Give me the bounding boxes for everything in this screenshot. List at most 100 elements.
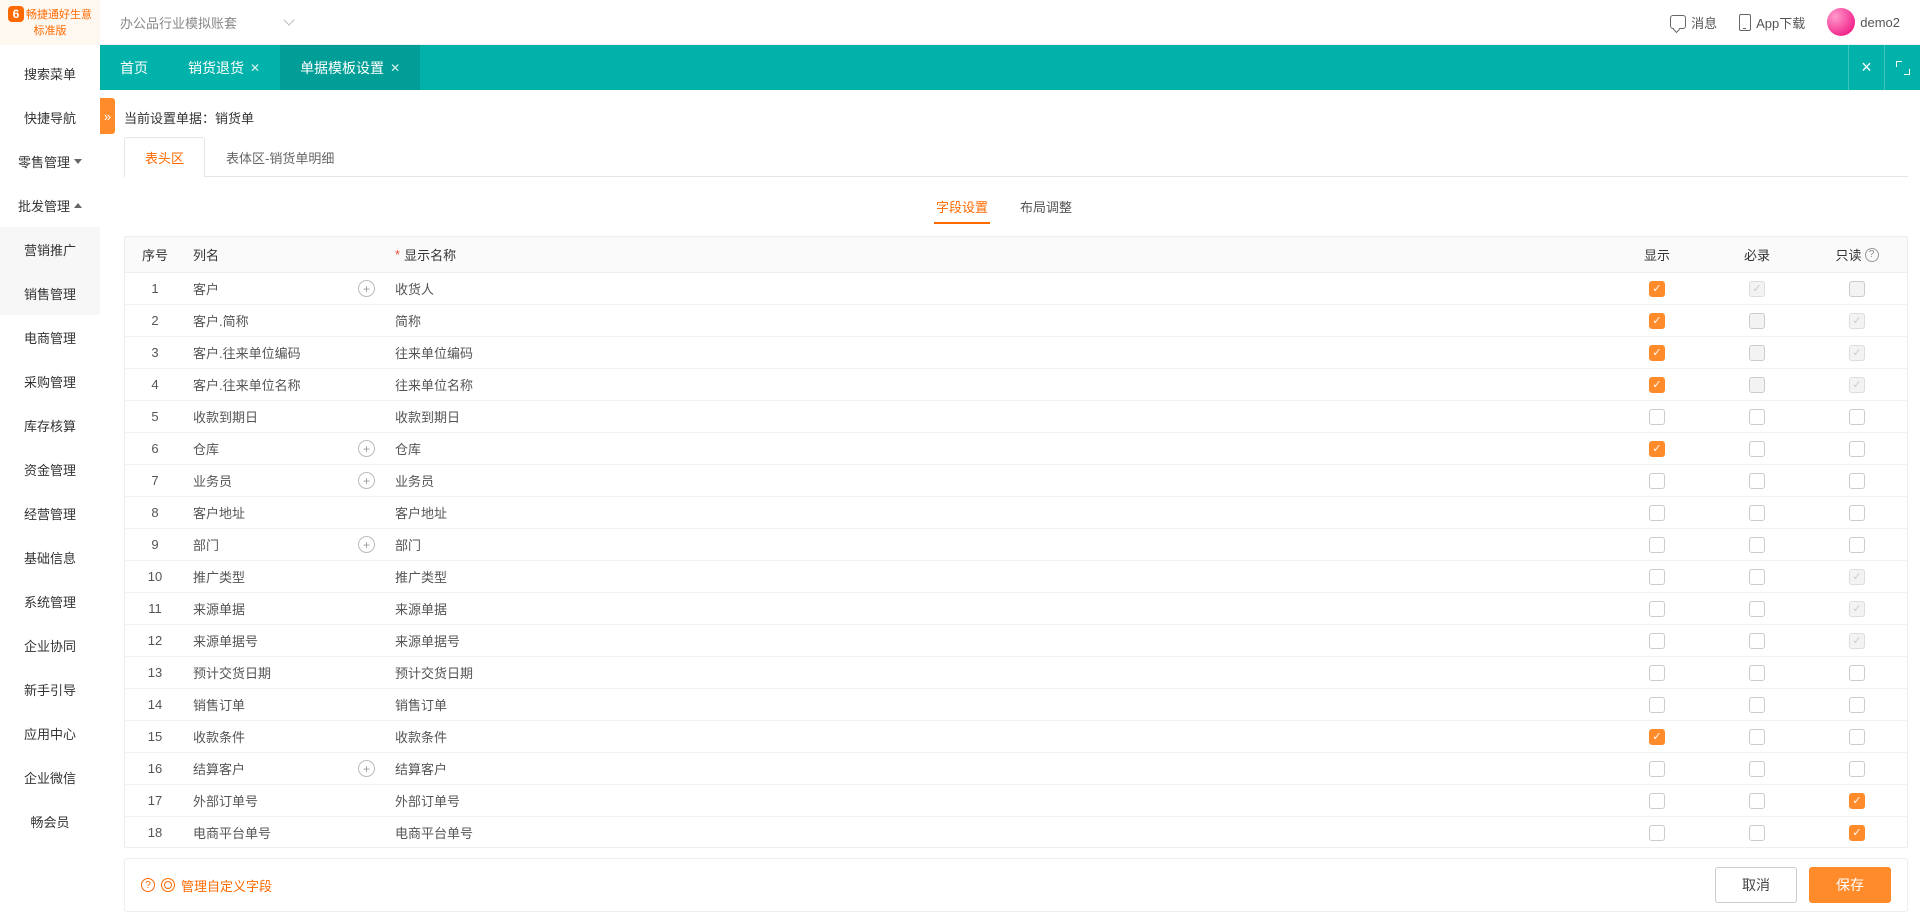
checkbox[interactable] <box>1749 825 1765 841</box>
display-name-cell[interactable]: 仓库 <box>385 439 1607 458</box>
checkbox[interactable] <box>1849 441 1865 457</box>
inner-tab[interactable]: 表头区 <box>124 137 205 177</box>
checkbox[interactable] <box>1649 761 1665 777</box>
checkbox[interactable]: ✓ <box>1649 441 1665 457</box>
checkbox[interactable] <box>1849 473 1865 489</box>
checkbox[interactable]: ✓ <box>1649 313 1665 329</box>
checkbox[interactable]: ✓ <box>1649 281 1665 297</box>
tab[interactable]: 单据模板设置✕ <box>280 45 420 90</box>
checkbox[interactable] <box>1649 409 1665 425</box>
expand-button[interactable]: + <box>358 472 375 489</box>
sidebar-item[interactable]: 资金管理 <box>0 447 100 491</box>
sub-tab[interactable]: 字段设置 <box>934 191 990 224</box>
display-name-cell[interactable]: 来源单据 <box>385 599 1607 618</box>
help-icon[interactable]: ? <box>1865 248 1879 262</box>
sidebar-item[interactable]: 应用中心 <box>0 711 100 755</box>
checkbox[interactable] <box>1649 633 1665 649</box>
checkbox[interactable] <box>1749 473 1765 489</box>
checkbox[interactable] <box>1749 633 1765 649</box>
checkbox[interactable]: ✓ <box>1849 825 1865 841</box>
sidebar-item[interactable]: 基础信息 <box>0 535 100 579</box>
checkbox[interactable] <box>1749 409 1765 425</box>
sidebar-item[interactable]: 电商管理 <box>0 315 100 359</box>
display-name-cell[interactable]: 来源单据号 <box>385 631 1607 650</box>
display-name-cell[interactable]: 收货人 <box>385 279 1607 298</box>
display-name-cell[interactable]: 电商平台单号 <box>385 823 1607 842</box>
checkbox[interactable] <box>1749 505 1765 521</box>
org-selector[interactable]: 办公品行业模拟账套 <box>120 13 293 32</box>
checkbox[interactable] <box>1749 569 1765 585</box>
app-download-button[interactable]: App下载 <box>1739 13 1805 32</box>
cancel-button[interactable]: 取消 <box>1715 867 1797 903</box>
checkbox[interactable] <box>1649 505 1665 521</box>
display-name-cell[interactable]: 推广类型 <box>385 567 1607 586</box>
display-name-cell[interactable]: 客户地址 <box>385 503 1607 522</box>
sidebar-item[interactable]: 搜索菜单 <box>0 51 100 95</box>
checkbox[interactable] <box>1749 761 1765 777</box>
display-name-cell[interactable]: 往来单位编码 <box>385 343 1607 362</box>
checkbox[interactable] <box>1749 729 1765 745</box>
display-name-cell[interactable]: 简称 <box>385 311 1607 330</box>
checkbox[interactable]: ✓ <box>1649 729 1665 745</box>
sidebar-item[interactable]: 营销推广 <box>0 227 100 271</box>
checkbox[interactable] <box>1649 569 1665 585</box>
checkbox[interactable] <box>1649 601 1665 617</box>
checkbox[interactable] <box>1749 441 1765 457</box>
checkbox[interactable] <box>1649 537 1665 553</box>
checkbox[interactable] <box>1849 537 1865 553</box>
checkbox[interactable]: ✓ <box>1649 377 1665 393</box>
sidebar-item[interactable]: 快捷导航 <box>0 95 100 139</box>
close-all-tabs-button[interactable]: × <box>1848 45 1884 90</box>
display-name-cell[interactable]: 销售订单 <box>385 695 1607 714</box>
sidebar-item[interactable]: 新手引导 <box>0 667 100 711</box>
sidebar-item[interactable]: 畅会员 <box>0 799 100 843</box>
sidebar-item[interactable]: 库存核算 <box>0 403 100 447</box>
checkbox[interactable] <box>1649 825 1665 841</box>
display-name-cell[interactable]: 外部订单号 <box>385 791 1607 810</box>
expand-handle[interactable]: » <box>100 98 115 134</box>
checkbox[interactable]: ✓ <box>1649 345 1665 361</box>
display-name-cell[interactable]: 往来单位名称 <box>385 375 1607 394</box>
display-name-cell[interactable]: 收款到期日 <box>385 407 1607 426</box>
checkbox[interactable] <box>1849 505 1865 521</box>
close-icon[interactable]: ✕ <box>390 61 400 75</box>
sidebar-item[interactable]: 企业微信 <box>0 755 100 799</box>
sidebar-item[interactable]: 系统管理 <box>0 579 100 623</box>
expand-button[interactable]: + <box>358 440 375 457</box>
expand-button[interactable]: + <box>358 760 375 777</box>
checkbox[interactable] <box>1749 665 1765 681</box>
sub-tab[interactable]: 布局调整 <box>1018 191 1074 224</box>
manage-custom-fields-link[interactable]: ? 管理自定义字段 <box>141 876 272 895</box>
sidebar-item[interactable]: 经营管理 <box>0 491 100 535</box>
sidebar-item[interactable]: 零售管理 <box>0 139 100 183</box>
display-name-cell[interactable]: 预计交货日期 <box>385 663 1607 682</box>
checkbox[interactable] <box>1849 665 1865 681</box>
tab[interactable]: 销货退货✕ <box>168 45 280 90</box>
checkbox[interactable]: ✓ <box>1849 793 1865 809</box>
checkbox[interactable] <box>1849 697 1865 713</box>
expand-button[interactable]: + <box>358 536 375 553</box>
tab[interactable]: 首页 <box>100 45 168 90</box>
fullscreen-button[interactable] <box>1884 45 1920 90</box>
expand-button[interactable]: + <box>358 280 375 297</box>
sidebar-item[interactable]: 采购管理 <box>0 359 100 403</box>
checkbox[interactable] <box>1749 697 1765 713</box>
checkbox[interactable] <box>1849 409 1865 425</box>
display-name-cell[interactable]: 业务员 <box>385 471 1607 490</box>
checkbox[interactable] <box>1749 793 1765 809</box>
sidebar-item[interactable]: 企业协同 <box>0 623 100 667</box>
display-name-cell[interactable]: 收款条件 <box>385 727 1607 746</box>
close-icon[interactable]: ✕ <box>250 61 260 75</box>
user-menu[interactable]: demo2 <box>1827 8 1900 36</box>
checkbox[interactable] <box>1849 729 1865 745</box>
checkbox[interactable] <box>1749 537 1765 553</box>
checkbox[interactable] <box>1649 697 1665 713</box>
display-name-cell[interactable]: 部门 <box>385 535 1607 554</box>
checkbox[interactable] <box>1849 761 1865 777</box>
sidebar-item[interactable]: 销售管理 <box>0 271 100 315</box>
messages-button[interactable]: 消息 <box>1670 13 1717 32</box>
display-name-cell[interactable]: 结算客户 <box>385 759 1607 778</box>
checkbox[interactable] <box>1649 473 1665 489</box>
checkbox[interactable] <box>1749 601 1765 617</box>
checkbox[interactable] <box>1649 793 1665 809</box>
